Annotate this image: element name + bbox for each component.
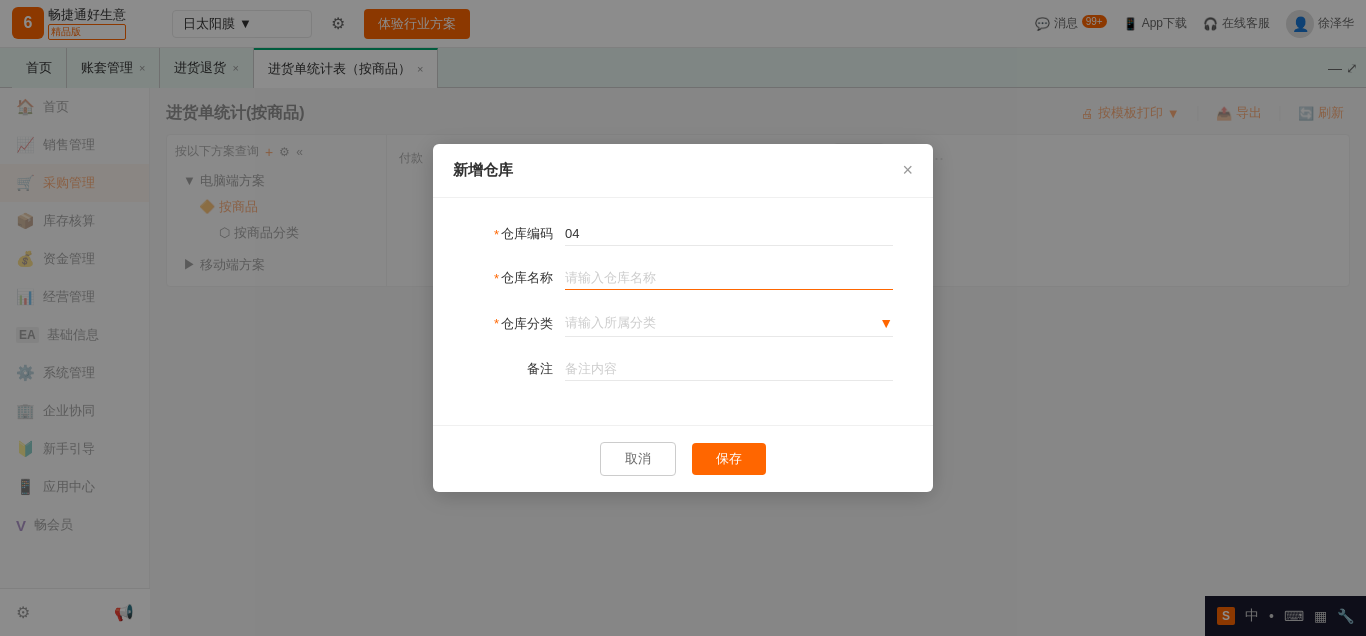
warehouse-code-input[interactable] [565,222,893,246]
required-star-name: * [494,271,499,286]
dialog-title: 新增仓库 [453,161,513,180]
save-button[interactable]: 保存 [692,443,766,475]
category-placeholder: 请输入所属分类 [565,314,656,332]
warehouse-category-select[interactable]: 请输入所属分类 ▼ [565,310,893,337]
category-select-arrow-icon: ▼ [879,315,893,331]
warehouse-name-input[interactable] [565,266,893,290]
remark-label: 备注 [473,360,553,378]
dialog-body: * 仓库编码 * 仓库名称 * 仓库分类 请输入 [433,198,933,425]
name-label: * 仓库名称 [473,269,553,287]
cancel-button[interactable]: 取消 [600,442,676,476]
required-star-code: * [494,227,499,242]
required-star-category: * [494,316,499,331]
form-row-name: * 仓库名称 [473,266,893,290]
code-label: * 仓库编码 [473,225,553,243]
form-row-code: * 仓库编码 [473,222,893,246]
add-warehouse-dialog: 新增仓库 × * 仓库编码 * 仓库名称 [433,144,933,492]
remark-input[interactable] [565,357,893,381]
form-row-category: * 仓库分类 请输入所属分类 ▼ [473,310,893,337]
dialog-close-button[interactable]: × [902,160,913,181]
modal-overlay: 新增仓库 × * 仓库编码 * 仓库名称 [0,0,1366,636]
form-row-remark: 备注 [473,357,893,381]
dialog-header: 新增仓库 × [433,144,933,198]
dialog-footer: 取消 保存 [433,425,933,492]
category-label: * 仓库分类 [473,315,553,333]
